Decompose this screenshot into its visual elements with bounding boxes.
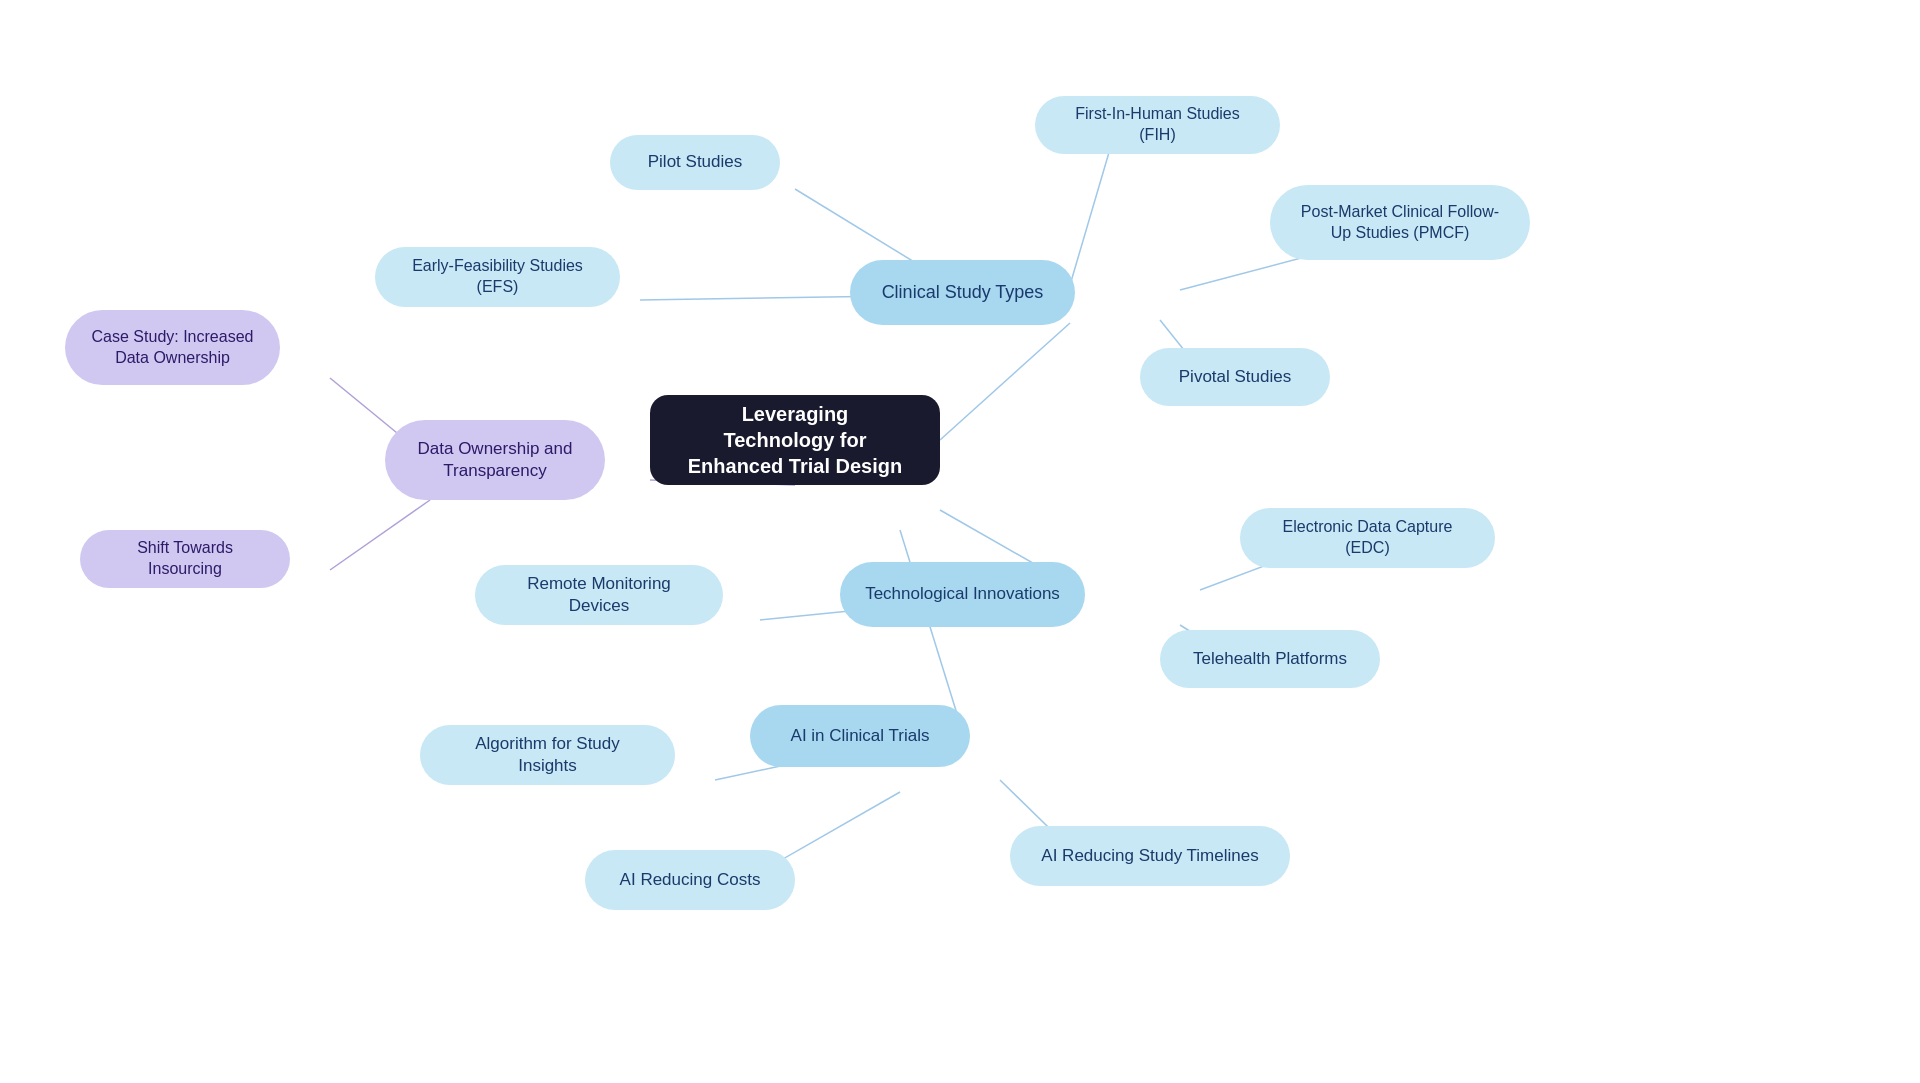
data-ownership-node[interactable]: Data Ownership and Transparency	[385, 420, 605, 500]
early-feasibility-node[interactable]: Early-Feasibility Studies (EFS)	[375, 247, 620, 307]
center-node[interactable]: Leveraging Technology for Enhanced Trial…	[650, 395, 940, 485]
algorithm-study-node[interactable]: Algorithm for Study Insights	[420, 725, 675, 785]
pilot-studies-node[interactable]: Pilot Studies	[610, 135, 780, 190]
post-market-node[interactable]: Post-Market Clinical Follow-Up Studies (…	[1270, 185, 1530, 260]
remote-monitoring-node[interactable]: Remote Monitoring Devices	[475, 565, 723, 625]
case-study-node[interactable]: Case Study: Increased Data Ownership	[65, 310, 280, 385]
telehealth-platforms-node[interactable]: Telehealth Platforms	[1160, 630, 1380, 688]
tech-innovations-node[interactable]: Technological Innovations	[840, 562, 1085, 627]
ai-reducing-costs-node[interactable]: AI Reducing Costs	[585, 850, 795, 910]
svg-line-6	[1070, 149, 1110, 285]
first-in-human-node[interactable]: First-In-Human Studies (FIH)	[1035, 96, 1280, 154]
ai-reducing-timelines-node[interactable]: AI Reducing Study Timelines	[1010, 826, 1290, 886]
mindmap-container: Leveraging Technology for Enhanced Trial…	[0, 0, 1920, 1083]
electronic-data-capture-node[interactable]: Electronic Data Capture (EDC)	[1240, 508, 1495, 568]
clinical-study-types-node[interactable]: Clinical Study Types	[850, 260, 1075, 325]
svg-line-13	[900, 530, 962, 730]
shift-insourcing-node[interactable]: Shift Towards Insourcing	[80, 530, 290, 588]
ai-clinical-trials-node[interactable]: AI in Clinical Trials	[750, 705, 970, 767]
svg-line-2	[330, 500, 430, 570]
svg-line-3	[940, 323, 1070, 440]
pivotal-studies-node[interactable]: Pivotal Studies	[1140, 348, 1330, 406]
connections-svg	[0, 0, 1920, 1083]
